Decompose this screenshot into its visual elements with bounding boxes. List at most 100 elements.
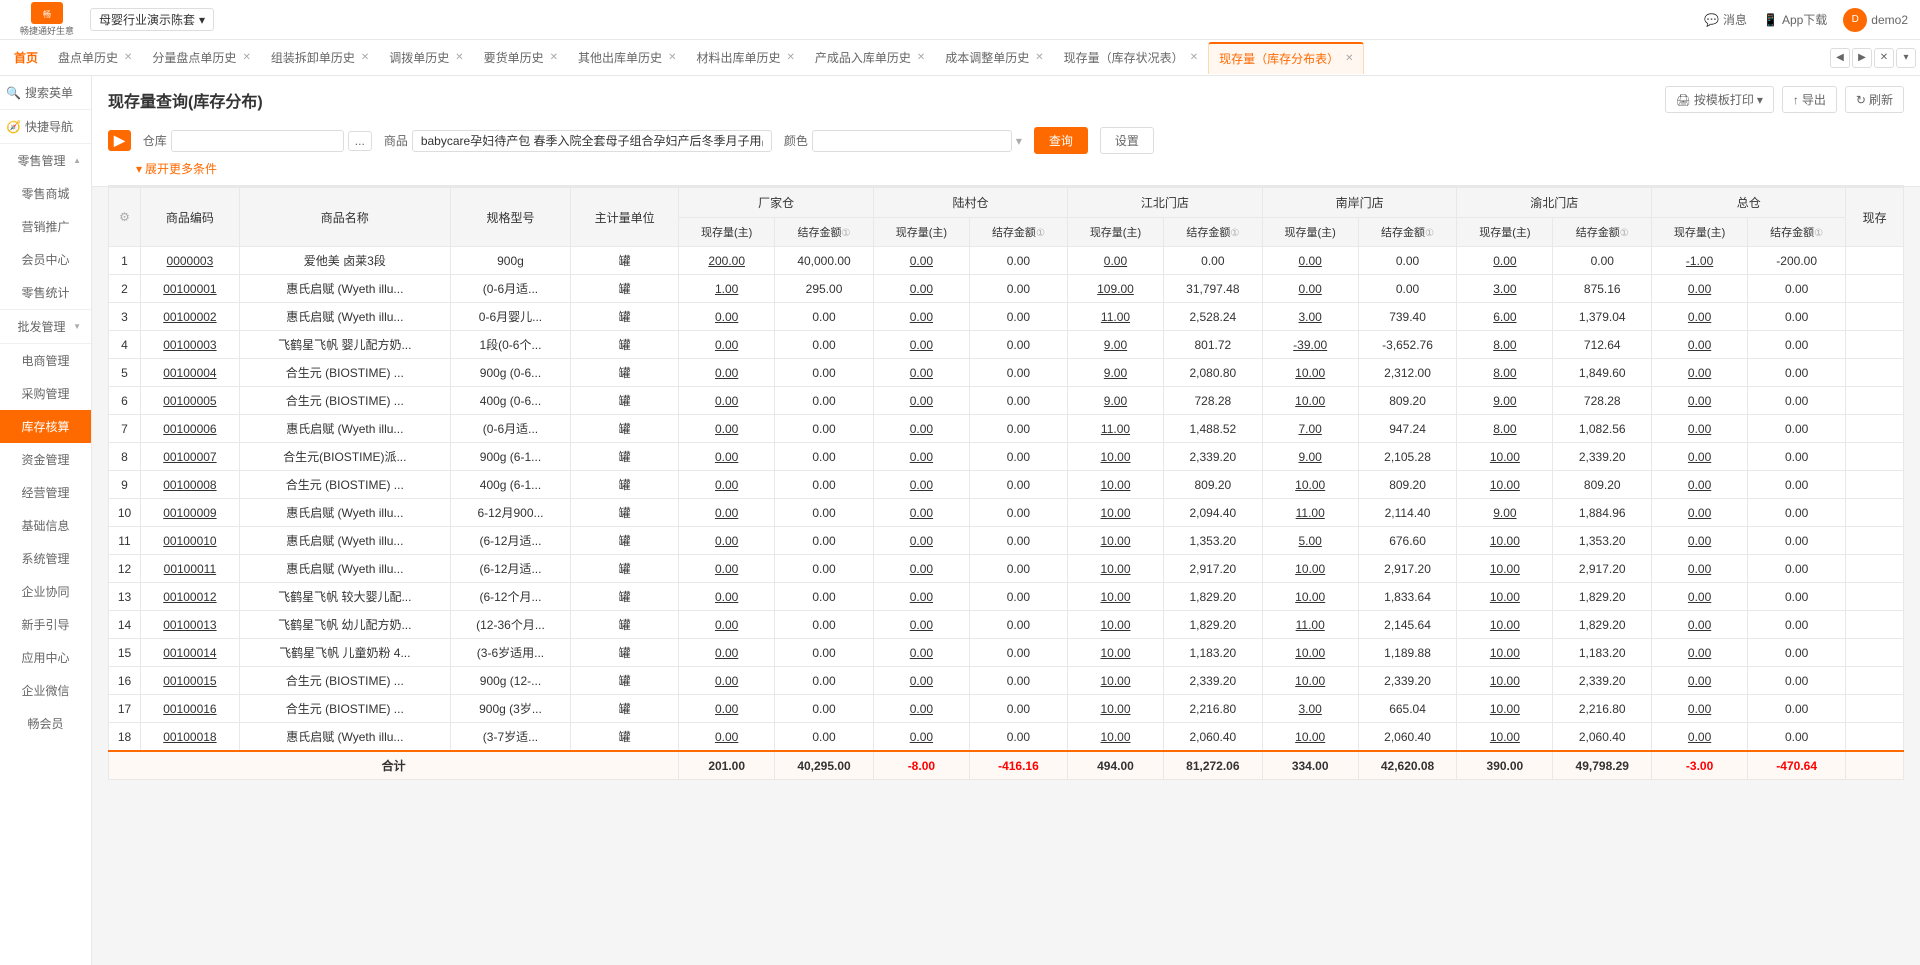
info-icon[interactable]: ① xyxy=(1620,228,1629,239)
table-cell[interactable]: 5.00 xyxy=(1262,527,1358,555)
settings-btn[interactable]: 设置 xyxy=(1100,127,1154,154)
tab-stock-status[interactable]: 现存量（库存状况表） ✕ xyxy=(1054,42,1208,74)
tab-assemble[interactable]: 组装拆卸单历史 ✕ xyxy=(261,42,379,74)
table-cell[interactable]: 10.00 xyxy=(1457,443,1553,471)
table-cell[interactable]: 10.00 xyxy=(1262,639,1358,667)
table-cell[interactable]: 8.00 xyxy=(1457,359,1553,387)
table-cell[interactable]: 0.00 xyxy=(873,359,969,387)
close-icon[interactable]: ✕ xyxy=(917,52,925,63)
user-area[interactable]: D demo2 xyxy=(1843,8,1908,32)
info-icon[interactable]: ① xyxy=(1036,228,1045,239)
sidebar-item-retail-shop[interactable]: 零售商城 xyxy=(0,177,91,210)
table-cell[interactable]: 10.00 xyxy=(1068,695,1164,723)
table-cell[interactable]: 0.00 xyxy=(873,387,969,415)
tab-stock-dist[interactable]: 现存量（库存分布表） ✕ xyxy=(1208,42,1364,74)
table-cell[interactable]: 0.00 xyxy=(679,415,775,443)
table-cell[interactable]: 0.00 xyxy=(873,527,969,555)
app-download-btn[interactable]: 📱 App下载 xyxy=(1763,11,1827,28)
table-cell[interactable]: 0.00 xyxy=(1652,611,1748,639)
close-icon[interactable]: ✕ xyxy=(1035,52,1043,63)
table-cell[interactable]: 0.00 xyxy=(873,499,969,527)
table-cell[interactable]: 00100016 xyxy=(141,695,240,723)
tab-product-in[interactable]: 产成品入库单历史 ✕ xyxy=(805,42,935,74)
table-cell[interactable]: 0.00 xyxy=(679,331,775,359)
table-cell[interactable]: 10.00 xyxy=(1068,527,1164,555)
table-cell[interactable]: 0.00 xyxy=(873,471,969,499)
tab-home[interactable]: 首页 xyxy=(4,42,48,74)
table-cell[interactable]: 10.00 xyxy=(1262,359,1358,387)
table-cell[interactable]: 0000003 xyxy=(141,247,240,275)
table-cell[interactable]: 0.00 xyxy=(873,555,969,583)
table-cell[interactable]: 9.00 xyxy=(1457,499,1553,527)
table-cell[interactable]: 10.00 xyxy=(1068,723,1164,752)
table-cell[interactable]: 0.00 xyxy=(1262,275,1358,303)
table-cell[interactable]: 6.00 xyxy=(1457,303,1553,331)
close-icon[interactable]: ✕ xyxy=(455,52,463,63)
warehouse-ellipsis-btn[interactable]: ... xyxy=(348,131,372,151)
table-cell[interactable]: 3.00 xyxy=(1262,303,1358,331)
table-cell[interactable]: 3.00 xyxy=(1262,695,1358,723)
collapse-btn[interactable]: ▶ xyxy=(108,130,131,151)
table-cell[interactable]: 00100006 xyxy=(141,415,240,443)
sidebar-item-purchase[interactable]: 采购管理 xyxy=(0,377,91,410)
table-cell[interactable]: 0.00 xyxy=(873,275,969,303)
table-cell[interactable]: 11.00 xyxy=(1262,611,1358,639)
table-cell[interactable]: 00100005 xyxy=(141,387,240,415)
tab-quantity-check[interactable]: 分量盘点单历史 ✕ xyxy=(142,42,260,74)
tab-transfer[interactable]: 调拨单历史 ✕ xyxy=(379,42,473,74)
table-cell[interactable]: 0.00 xyxy=(1652,415,1748,443)
table-cell[interactable]: 00100018 xyxy=(141,723,240,752)
table-cell[interactable]: 10.00 xyxy=(1457,639,1553,667)
table-cell[interactable]: 10.00 xyxy=(1457,471,1553,499)
table-cell[interactable]: 0.00 xyxy=(679,639,775,667)
table-cell[interactable]: 00100002 xyxy=(141,303,240,331)
sidebar-item-ops[interactable]: 经营管理 xyxy=(0,476,91,509)
table-cell[interactable]: 0.00 xyxy=(873,723,969,752)
close-icon[interactable]: ✕ xyxy=(361,52,369,63)
table-cell[interactable]: 0.00 xyxy=(1652,695,1748,723)
table-cell[interactable]: 0.00 xyxy=(1652,275,1748,303)
table-cell[interactable]: 10.00 xyxy=(1457,583,1553,611)
info-icon[interactable]: ① xyxy=(1230,228,1239,239)
table-cell[interactable]: 10.00 xyxy=(1068,611,1164,639)
table-cell[interactable]: 0.00 xyxy=(1652,387,1748,415)
table-cell[interactable]: 0.00 xyxy=(1457,247,1553,275)
table-cell[interactable]: -39.00 xyxy=(1262,331,1358,359)
tab-inventory-check[interactable]: 盘点单历史 ✕ xyxy=(48,42,142,74)
table-cell[interactable]: 10.00 xyxy=(1068,667,1164,695)
tab-cost-adjust[interactable]: 成本调整单历史 ✕ xyxy=(935,42,1053,74)
table-cell[interactable]: 11.00 xyxy=(1068,415,1164,443)
table-cell[interactable]: 11.00 xyxy=(1262,499,1358,527)
table-cell[interactable]: 0.00 xyxy=(1652,723,1748,752)
table-cell[interactable]: 0.00 xyxy=(679,471,775,499)
table-cell[interactable]: 10.00 xyxy=(1068,443,1164,471)
sidebar-item-stock[interactable]: 库存核算 xyxy=(0,410,91,443)
warehouse-input[interactable] xyxy=(171,130,344,152)
table-cell[interactable]: 0.00 xyxy=(1652,303,1748,331)
table-cell[interactable]: 10.00 xyxy=(1457,527,1553,555)
table-cell[interactable]: 0.00 xyxy=(1652,527,1748,555)
sidebar-item-guide[interactable]: 新手引导 xyxy=(0,608,91,641)
query-btn[interactable]: 查询 xyxy=(1034,127,1088,154)
sidebar-item-ecommerce[interactable]: 电商管理 xyxy=(0,344,91,377)
info-icon[interactable]: ① xyxy=(842,228,851,239)
close-icon[interactable]: ✕ xyxy=(1190,52,1198,63)
table-cell[interactable]: 00100004 xyxy=(141,359,240,387)
table-cell[interactable]: 0.00 xyxy=(679,443,775,471)
table-cell[interactable]: 9.00 xyxy=(1457,387,1553,415)
table-cell[interactable]: 10.00 xyxy=(1457,555,1553,583)
message-btn[interactable]: 💬 消息 xyxy=(1704,11,1747,28)
sidebar-item-basic[interactable]: 基础信息 xyxy=(0,509,91,542)
table-cell[interactable]: 00100007 xyxy=(141,443,240,471)
table-cell[interactable]: 0.00 xyxy=(873,695,969,723)
table-cell[interactable]: 10.00 xyxy=(1457,667,1553,695)
table-cell[interactable]: 0.00 xyxy=(873,611,969,639)
gear-icon[interactable]: ⚙ xyxy=(119,210,130,224)
table-cell[interactable]: 0.00 xyxy=(873,443,969,471)
table-cell[interactable]: 00100001 xyxy=(141,275,240,303)
table-cell[interactable]: 9.00 xyxy=(1068,331,1164,359)
table-cell[interactable]: 0.00 xyxy=(679,387,775,415)
table-cell[interactable]: 0.00 xyxy=(679,723,775,752)
table-cell[interactable]: 1.00 xyxy=(679,275,775,303)
table-cell[interactable]: 00100003 xyxy=(141,331,240,359)
